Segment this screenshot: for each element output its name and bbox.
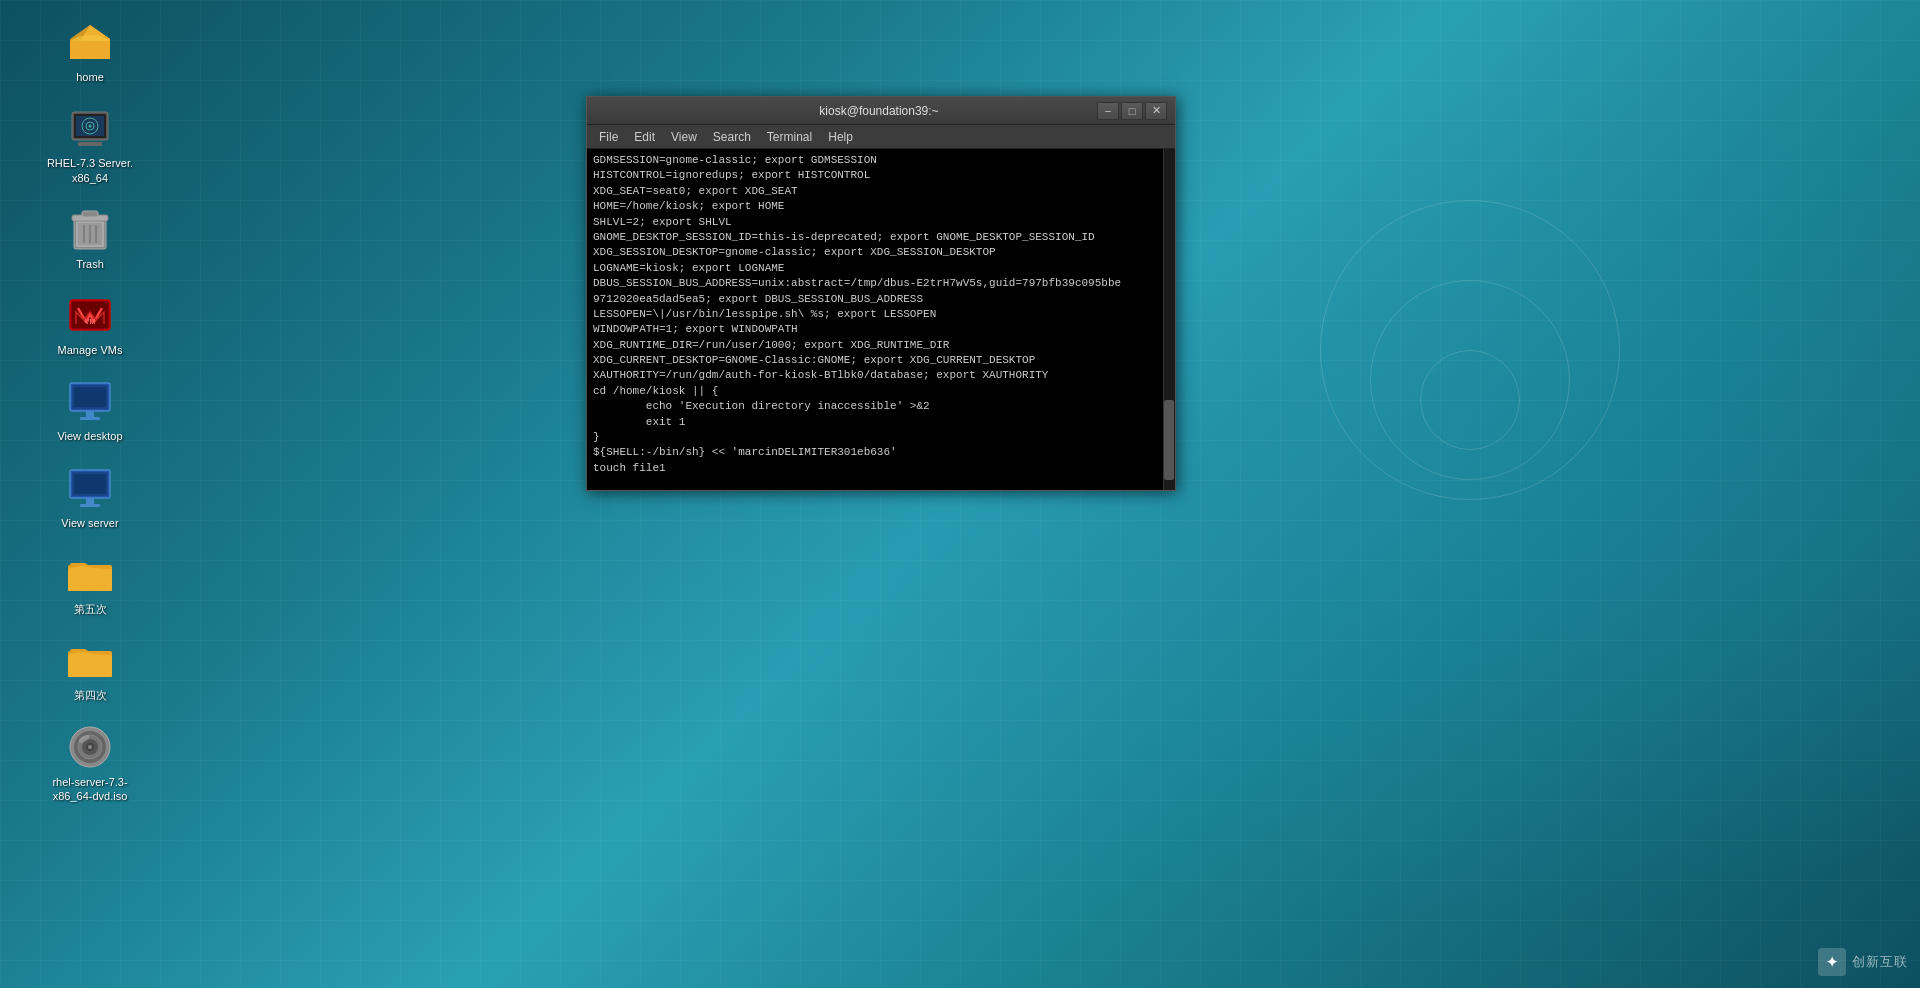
desktop-icon-area: home RHEL-7.3 Server.x86_64: [0, 0, 180, 825]
terminal-titlebar: kiosk@foundation39:~ − □ ✕: [587, 97, 1175, 125]
desktop-icon-trash[interactable]: Trash: [35, 197, 145, 279]
fourth-folder-icon: [66, 636, 114, 684]
fourth-folder-icon-label: 第四次: [74, 688, 107, 702]
terminal-window: kiosk@foundation39:~ − □ ✕ File Edit Vie…: [586, 96, 1176, 491]
svg-rect-10: [78, 142, 102, 146]
svg-rect-35: [68, 655, 112, 677]
terminal-menu-edit[interactable]: Edit: [626, 128, 663, 146]
view-desktop-icon: [66, 377, 114, 425]
watermark-text: 创新互联: [1852, 953, 1908, 971]
terminal-menu-view[interactable]: View: [663, 128, 705, 146]
svg-rect-25: [74, 387, 106, 407]
terminal-menu-file[interactable]: File: [591, 128, 626, 146]
svg-point-41: [88, 745, 92, 749]
svg-rect-3: [70, 41, 110, 59]
terminal-scrollbar-thumb[interactable]: [1164, 400, 1174, 480]
desktop-icon-fourth[interactable]: 第四次: [35, 628, 145, 710]
rhel-server-icon-label: RHEL-7.3 Server.x86_64: [47, 156, 133, 185]
rhel-iso-icon-label: rhel-server-7.3-x86_64-dvd.iso: [41, 775, 139, 804]
terminal-title: kiosk@foundation39:~: [661, 104, 1097, 118]
terminal-close-btn[interactable]: ✕: [1145, 102, 1167, 120]
fifth-folder-icon: [66, 550, 114, 598]
svg-rect-34: [68, 569, 112, 591]
desktop-icon-manage-vms[interactable]: VM Manage VMs: [35, 283, 145, 365]
view-server-icon-label: View server: [61, 516, 118, 530]
desktop-icon-view-desktop[interactable]: View desktop: [35, 369, 145, 451]
home-icon-label: home: [76, 70, 104, 84]
view-desktop-icon-label: View desktop: [57, 429, 122, 443]
svg-rect-32: [86, 498, 94, 504]
manage-vms-icon: VM: [66, 291, 114, 339]
desktop-icon-fifth[interactable]: 第五次: [35, 542, 145, 624]
svg-rect-33: [80, 504, 100, 507]
view-server-icon: [66, 464, 114, 512]
terminal-minimize-btn[interactable]: −: [1097, 102, 1119, 120]
terminal-menu-search[interactable]: Search: [705, 128, 759, 146]
desktop-icon-rhel-iso[interactable]: rhel-server-7.3-x86_64-dvd.iso: [35, 715, 145, 812]
svg-rect-15: [82, 211, 98, 217]
terminal-menu-terminal[interactable]: Terminal: [759, 128, 820, 146]
watermark-logo: ✦: [1818, 948, 1846, 976]
rhel-server-icon: [66, 104, 114, 152]
svg-text:VM: VM: [85, 318, 96, 325]
svg-rect-26: [86, 411, 94, 417]
svg-point-9: [89, 125, 92, 128]
rhel-iso-icon: [66, 723, 114, 771]
manage-vms-icon-label: Manage VMs: [58, 343, 123, 357]
trash-icon: [66, 205, 114, 253]
svg-rect-27: [80, 417, 100, 420]
desktop-icon-home[interactable]: home: [35, 10, 145, 92]
terminal-scrollbar[interactable]: [1163, 149, 1175, 490]
terminal-menubar: File Edit View Search Terminal Help: [587, 125, 1175, 149]
terminal-content[interactable]: GDMSESSION=gnome-classic; export GDMSESS…: [587, 149, 1163, 490]
watermark: ✦ 创新互联: [1818, 948, 1908, 976]
fifth-folder-icon-label: 第五次: [74, 602, 107, 616]
desktop-icon-rhel-server[interactable]: RHEL-7.3 Server.x86_64: [35, 96, 145, 193]
terminal-maximize-btn[interactable]: □: [1121, 102, 1143, 120]
svg-rect-31: [74, 474, 106, 494]
desktop-icon-view-server[interactable]: View server: [35, 456, 145, 538]
terminal-controls: − □ ✕: [1097, 102, 1167, 120]
home-folder-icon: [66, 18, 114, 66]
terminal-body[interactable]: GDMSESSION=gnome-classic; export GDMSESS…: [587, 149, 1175, 490]
terminal-menu-help[interactable]: Help: [820, 128, 861, 146]
trash-icon-label: Trash: [76, 257, 104, 271]
